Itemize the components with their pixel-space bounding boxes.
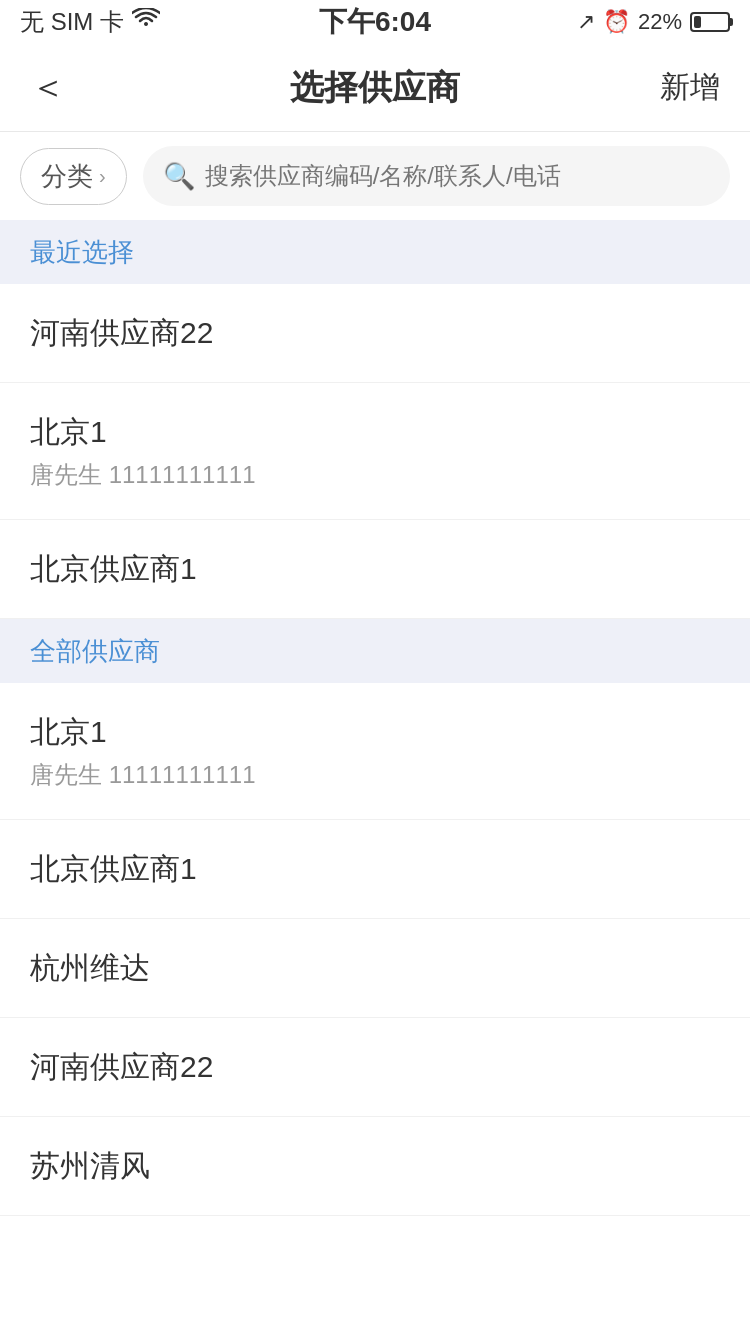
alarm-icon: ⏰: [603, 9, 630, 35]
nav-bar: ＜ 选择供应商 新增: [0, 44, 750, 132]
back-button[interactable]: ＜: [30, 63, 90, 112]
recent-list-item[interactable]: 河南供应商22: [0, 284, 750, 383]
search-bar: 🔍: [143, 146, 730, 206]
all-list-item[interactable]: 北京供应商1: [0, 820, 750, 919]
search-icon: 🔍: [163, 161, 195, 192]
search-input[interactable]: [205, 162, 710, 190]
status-bar: 无 SIM 卡 下午6:04 ↗ ⏰ 22%: [0, 0, 750, 44]
recent-section-header: 最近选择: [0, 220, 750, 284]
page-title: 选择供应商: [290, 65, 460, 111]
all-list-item[interactable]: 北京1 唐先生 11111111111: [0, 683, 750, 820]
chevron-right-icon: ›: [99, 165, 106, 188]
battery-indicator: [690, 12, 730, 32]
battery-percent: 22%: [638, 9, 682, 35]
item-name: 北京1: [30, 411, 720, 453]
all-items-list: 北京1 唐先生 11111111111 北京供应商1 杭州维达河南供应商22 苏州清风: [0, 683, 750, 1216]
add-button[interactable]: 新增: [660, 67, 720, 108]
status-left: 无 SIM 卡: [20, 6, 160, 38]
all-list-item[interactable]: 河南供应商22: [0, 1018, 750, 1117]
category-filter-button[interactable]: 分类 ›: [20, 148, 127, 205]
all-list-item[interactable]: 杭州维达: [0, 919, 750, 1018]
item-sub: 唐先生 11111111111: [30, 459, 720, 491]
recent-section-title: 最近选择: [30, 235, 134, 270]
recent-list-item[interactable]: 北京供应商1: [0, 520, 750, 619]
item-name: 北京供应商1: [30, 848, 720, 890]
location-icon: ↗: [577, 9, 595, 35]
recent-list-item[interactable]: 北京1 唐先生 11111111111: [0, 383, 750, 520]
all-section-title: 全部供应商: [30, 634, 160, 669]
recent-items-list: 河南供应商22 北京1 唐先生 11111111111 北京供应商1: [0, 284, 750, 619]
status-time: 下午6:04: [319, 3, 431, 41]
item-name: 北京1: [30, 711, 720, 753]
all-list-item[interactable]: 苏州清风: [0, 1117, 750, 1216]
item-sub: 唐先生 11111111111: [30, 759, 720, 791]
status-right: ↗ ⏰ 22%: [577, 9, 730, 35]
item-name: 北京供应商1: [30, 548, 720, 590]
category-label: 分类: [41, 159, 93, 194]
carrier-text: 无 SIM 卡: [20, 6, 124, 38]
item-name: 河南供应商22: [30, 1046, 720, 1088]
item-name: 苏州清风: [30, 1145, 720, 1187]
item-name: 杭州维达: [30, 947, 720, 989]
wifi-icon: [132, 8, 160, 36]
item-name: 河南供应商22: [30, 312, 720, 354]
all-section-header: 全部供应商: [0, 619, 750, 683]
filter-bar: 分类 › 🔍: [0, 132, 750, 220]
